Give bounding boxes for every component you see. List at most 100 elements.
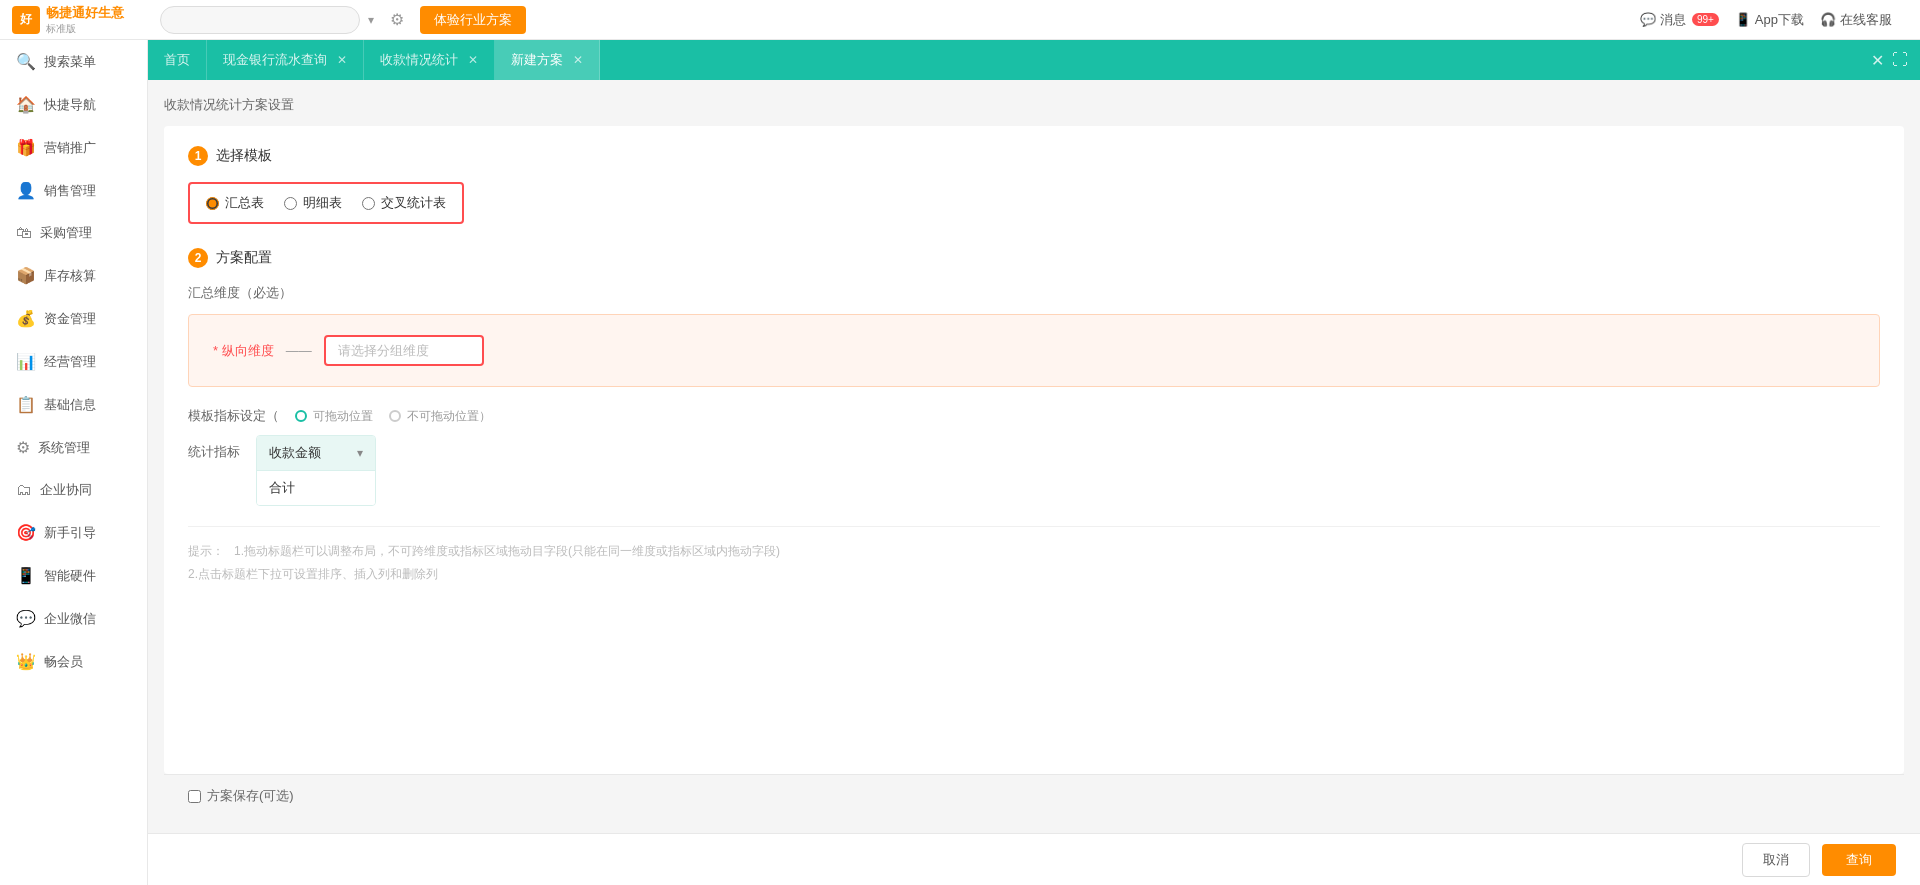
radio-summary[interactable]: 汇总表 bbox=[206, 194, 264, 212]
radio-summary-label: 汇总表 bbox=[225, 194, 264, 212]
sidebar-item-hardware[interactable]: 📱 智能硬件 bbox=[0, 554, 147, 597]
cancel-button[interactable]: 取消 bbox=[1742, 843, 1810, 877]
marketing-icon: 🎁 bbox=[16, 138, 36, 157]
customer-service-btn[interactable]: 🎧 在线客服 bbox=[1820, 11, 1892, 29]
customer-service-icon: 🎧 bbox=[1820, 12, 1836, 27]
logo-text: 畅捷通好生意 bbox=[46, 4, 124, 22]
dimension-section-label: 汇总维度（必选） bbox=[188, 284, 1880, 302]
tab-home[interactable]: 首页 bbox=[148, 40, 207, 80]
app-download-label: App下载 bbox=[1755, 11, 1804, 29]
sidebar-item-system[interactable]: ⚙ 系统管理 bbox=[0, 426, 147, 469]
sidebar-item-marketing[interactable]: 🎁 营销推广 bbox=[0, 126, 147, 169]
app-download-btn[interactable]: 📱 App下载 bbox=[1735, 11, 1804, 29]
radio-detail-label: 明细表 bbox=[303, 194, 342, 212]
finance-icon: 💰 bbox=[16, 309, 36, 328]
tab-close-btn[interactable]: ✕ bbox=[1871, 51, 1884, 70]
sidebar-item-operations[interactable]: 📊 经营管理 bbox=[0, 340, 147, 383]
sidebar-item-finance[interactable]: 💰 资金管理 bbox=[0, 297, 147, 340]
sidebar-item-inventory[interactable]: 📦 库存核算 bbox=[0, 254, 147, 297]
home-icon: 🏠 bbox=[16, 95, 36, 114]
metrics-col-dropdown-icon[interactable]: ▾ bbox=[357, 446, 363, 460]
metrics-col-header-text: 收款金额 bbox=[269, 444, 321, 462]
tab-receipt-stats[interactable]: 收款情况统计 ✕ bbox=[364, 40, 495, 80]
system-icon: ⚙ bbox=[16, 438, 30, 457]
sidebar-label-hardware: 智能硬件 bbox=[44, 567, 96, 585]
radio-detail-input[interactable] bbox=[284, 197, 297, 210]
tip1-text: 1.拖动标题栏可以调整布局，不可跨维度或指标区域拖动目字段(只能在同一维度或指标… bbox=[234, 544, 780, 558]
save-checkbox[interactable] bbox=[188, 790, 201, 803]
sidebar-label-search: 搜索菜单 bbox=[44, 53, 96, 71]
sidebar-label-wechat: 企业微信 bbox=[44, 610, 96, 628]
step2-num: 2 bbox=[188, 248, 208, 268]
tip-prefix: 提示： bbox=[188, 544, 231, 558]
search-input[interactable] bbox=[160, 6, 360, 34]
sidebar-label-guide: 新手引导 bbox=[44, 524, 96, 542]
tip1: 提示： 1.拖动标题栏可以调整布局，不可跨维度或指标区域拖动目字段(只能在同一维… bbox=[188, 543, 1880, 560]
top-header: 好 畅捷通好生意 标准版 ▾ ⚙ 体验行业方案 💬 消息 99+ 📱 App下载… bbox=[0, 0, 1920, 40]
save-option[interactable]: 方案保存(可选) bbox=[188, 787, 1880, 805]
radio-detail[interactable]: 明细表 bbox=[284, 194, 342, 212]
step1-header: 1 选择模板 bbox=[188, 146, 1880, 166]
drag-enabled-label: 可拖动位置 bbox=[313, 408, 373, 425]
sidebar: 🔍 搜索菜单 🏠 快捷导航 🎁 营销推广 👤 销售管理 🛍 采购管理 📦 库存核… bbox=[0, 40, 148, 885]
sidebar-item-member[interactable]: 👑 畅会员 bbox=[0, 640, 147, 683]
sidebar-label-enterprise: 企业协同 bbox=[40, 481, 92, 499]
radio-cross-label: 交叉统计表 bbox=[381, 194, 446, 212]
app-download-icon: 📱 bbox=[1735, 12, 1751, 27]
search-icon: 🔍 bbox=[16, 52, 36, 71]
query-button[interactable]: 查询 bbox=[1822, 844, 1896, 876]
wechat-icon: 💬 bbox=[16, 609, 36, 628]
metrics-header-label: 模板指标设定（ bbox=[188, 407, 279, 425]
sidebar-label-sales: 销售管理 bbox=[44, 182, 96, 200]
sidebar-item-nav[interactable]: 🏠 快捷导航 bbox=[0, 83, 147, 126]
metrics-title: 统计指标 bbox=[188, 435, 240, 461]
content-area: 首页 现金银行流水查询 ✕ 收款情况统计 ✕ 新建方案 ✕ ✕ ⛶ 收款情况统计… bbox=[148, 40, 1920, 885]
dimension-area: * 纵向维度 —— 请选择分组维度 bbox=[188, 314, 1880, 387]
operations-icon: 📊 bbox=[16, 352, 36, 371]
tab-bar-actions: ✕ ⛶ bbox=[1859, 40, 1920, 80]
step1-section: 1 选择模板 汇总表 明细表 bbox=[188, 146, 1880, 224]
sales-icon: 👤 bbox=[16, 181, 36, 200]
tab-receipt-stats-label: 收款情况统计 bbox=[380, 51, 458, 69]
step1-title: 选择模板 bbox=[216, 147, 272, 165]
step1-num: 1 bbox=[188, 146, 208, 166]
inventory-icon: 📦 bbox=[16, 266, 36, 285]
drag-enabled-hint: 可拖动位置 bbox=[295, 407, 373, 425]
tab-maximize-btn[interactable]: ⛶ bbox=[1892, 51, 1908, 69]
dimension-label-text: 汇总维度（必选） bbox=[188, 285, 292, 300]
dimension-select[interactable]: 请选择分组维度 bbox=[324, 335, 484, 366]
radio-cross-input[interactable] bbox=[362, 197, 375, 210]
drag-disabled-hint: 不可拖动位置） bbox=[389, 407, 491, 425]
step2-section: 2 方案配置 汇总维度（必选） * 纵向维度 —— 请选 bbox=[188, 248, 1880, 583]
sidebar-item-wechat[interactable]: 💬 企业微信 bbox=[0, 597, 147, 640]
logo-area: 好 畅捷通好生意 标准版 bbox=[12, 4, 160, 36]
message-badge: 99+ bbox=[1692, 13, 1719, 26]
drag-dot-enabled bbox=[295, 410, 307, 422]
trial-button[interactable]: 体验行业方案 bbox=[420, 6, 526, 34]
sidebar-item-guide[interactable]: 🎯 新手引导 bbox=[0, 511, 147, 554]
settings-icon[interactable]: ⚙ bbox=[390, 10, 404, 29]
sidebar-item-basic[interactable]: 📋 基础信息 bbox=[0, 383, 147, 426]
tab-receipt-stats-close[interactable]: ✕ bbox=[468, 53, 478, 67]
tip2: 2.点击标题栏下拉可设置排序、插入列和删除列 bbox=[188, 566, 1880, 583]
radio-summary-input[interactable] bbox=[206, 197, 219, 210]
header-search-area: ▾ ⚙ 体验行业方案 bbox=[160, 6, 1640, 34]
sidebar-item-search[interactable]: 🔍 搜索菜单 bbox=[0, 40, 147, 83]
radio-cross[interactable]: 交叉统计表 bbox=[362, 194, 446, 212]
tab-new-plan-close[interactable]: ✕ bbox=[573, 53, 583, 67]
sidebar-label-finance: 资金管理 bbox=[44, 310, 96, 328]
tab-new-plan[interactable]: 新建方案 ✕ bbox=[495, 40, 600, 80]
search-dropdown-icon[interactable]: ▾ bbox=[368, 13, 374, 27]
sidebar-label-system: 系统管理 bbox=[38, 439, 90, 457]
sidebar-item-sales[interactable]: 👤 销售管理 bbox=[0, 169, 147, 212]
drag-disabled-label: 不可拖动位置） bbox=[407, 408, 491, 425]
tab-bank-flow[interactable]: 现金银行流水查询 ✕ bbox=[207, 40, 364, 80]
tab-bank-flow-label: 现金银行流水查询 bbox=[223, 51, 327, 69]
sidebar-label-basic: 基础信息 bbox=[44, 396, 96, 414]
message-btn[interactable]: 💬 消息 99+ bbox=[1640, 11, 1719, 29]
tab-bank-flow-close[interactable]: ✕ bbox=[337, 53, 347, 67]
sidebar-item-purchase[interactable]: 🛍 采购管理 bbox=[0, 212, 147, 254]
guide-icon: 🎯 bbox=[16, 523, 36, 542]
member-icon: 👑 bbox=[16, 652, 36, 671]
sidebar-item-enterprise[interactable]: 🗂 企业协同 bbox=[0, 469, 147, 511]
